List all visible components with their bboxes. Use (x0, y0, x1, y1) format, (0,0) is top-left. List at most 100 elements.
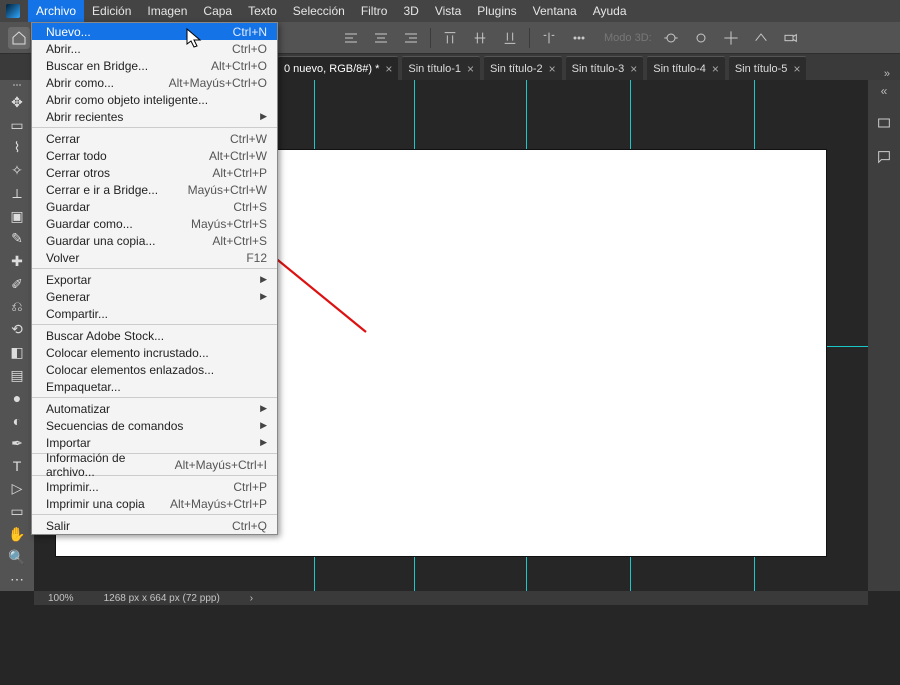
menu-ventana[interactable]: Ventana (525, 0, 585, 22)
slide3d-icon[interactable] (750, 27, 772, 49)
tab-doc-5[interactable]: Sin título-5× (729, 56, 807, 80)
menu-item[interactable]: Colocar elemento incrustado... (32, 344, 277, 361)
more-icon[interactable] (568, 27, 590, 49)
menu-item[interactable]: Abrir como...Alt+Mayús+Ctrl+O (32, 74, 277, 91)
menu-item[interactable]: Imprimir una copiaAlt+Mayús+Ctrl+P (32, 495, 277, 512)
panel-grip-icon[interactable] (13, 84, 21, 91)
menu-item[interactable]: Abrir recientes▶ (32, 108, 277, 125)
menu-edicion[interactable]: Edición (84, 0, 139, 22)
tab-label: Sin título-2 (490, 63, 543, 75)
menu-item[interactable]: Abrir como objeto inteligente... (32, 91, 277, 108)
menu-item[interactable]: Información de archivo...Alt+Mayús+Ctrl+… (32, 456, 277, 473)
menu-item[interactable]: Importar▶ (32, 434, 277, 451)
tab-doc-4[interactable]: Sin título-4× (647, 56, 725, 80)
close-icon[interactable]: × (630, 62, 637, 76)
lasso-tool[interactable]: ⌇ (2, 136, 32, 159)
menu-item[interactable]: GuardarCtrl+S (32, 198, 277, 215)
pan3d-icon[interactable] (690, 27, 712, 49)
menu-3d[interactable]: 3D (395, 0, 426, 22)
menu-filtro[interactable]: Filtro (353, 0, 396, 22)
menu-item[interactable]: Compartir... (32, 305, 277, 322)
align-right-icon[interactable] (400, 27, 422, 49)
eyedropper-tool[interactable]: ✎ (2, 227, 32, 250)
crop-tool[interactable]: ⟂ (2, 182, 32, 205)
eraser-tool[interactable]: ◧ (2, 341, 32, 364)
zoom-tool[interactable]: 🔍 (2, 546, 32, 569)
menu-divider (32, 268, 277, 269)
orbit-icon[interactable] (660, 27, 682, 49)
menu-item[interactable]: Abrir...Ctrl+O (32, 40, 277, 57)
menu-item[interactable]: Automatizar▶ (32, 400, 277, 417)
edit-toolbar-icon[interactable]: ⋯ (2, 568, 32, 591)
close-icon[interactable]: × (712, 62, 719, 76)
tools-panel: ✥ ▭ ⌇ ✧ ⟂ ▣ ✎ ✚ ✐ ⎌ ⟲ ◧ ▤ ● ◐ ✒ T ▷ ▭ ✋ … (0, 80, 34, 591)
camera-icon[interactable] (780, 27, 802, 49)
tab-doc-2[interactable]: Sin título-2 × (484, 56, 562, 80)
close-icon[interactable]: × (549, 62, 556, 76)
dist-bottom-icon[interactable] (499, 27, 521, 49)
blur-tool[interactable]: ● (2, 387, 32, 410)
align-left-icon[interactable] (340, 27, 362, 49)
menu-item[interactable]: Buscar Adobe Stock... (32, 327, 277, 344)
menu-item[interactable]: CerrarCtrl+W (32, 130, 277, 147)
notifications-icon[interactable] (874, 114, 894, 132)
menu-item[interactable]: VolverF12 (32, 249, 277, 266)
marquee-tool[interactable]: ▭ (2, 114, 32, 137)
home-button[interactable] (8, 27, 30, 49)
move-tool[interactable]: ✥ (2, 91, 32, 114)
shape-tool[interactable]: ▭ (2, 500, 32, 523)
gradient-tool[interactable]: ▤ (2, 364, 32, 387)
menu-imagen[interactable]: Imagen (139, 0, 195, 22)
menu-capa[interactable]: Capa (195, 0, 240, 22)
hand-tool[interactable]: ✋ (2, 523, 32, 546)
menu-ayuda[interactable]: Ayuda (585, 0, 635, 22)
menu-item[interactable]: Guardar una copia...Alt+Ctrl+S (32, 232, 277, 249)
menu-item-label: Generar (46, 290, 260, 304)
menu-plugins[interactable]: Plugins (469, 0, 524, 22)
menu-item[interactable]: Buscar en Bridge...Alt+Ctrl+O (32, 57, 277, 74)
menu-item[interactable]: Cerrar todoAlt+Ctrl+W (32, 147, 277, 164)
dist-hor-icon[interactable] (538, 27, 560, 49)
menu-seleccion[interactable]: Selección (285, 0, 353, 22)
close-icon[interactable]: × (467, 62, 474, 76)
menu-item[interactable]: Empaquetar... (32, 378, 277, 395)
history-brush-tool[interactable]: ⟲ (2, 318, 32, 341)
align-center-icon[interactable] (370, 27, 392, 49)
menu-item[interactable]: Guardar como...Mayús+Ctrl+S (32, 215, 277, 232)
frame-tool[interactable]: ▣ (2, 205, 32, 228)
menu-texto[interactable]: Texto (240, 0, 285, 22)
menu-item[interactable]: Exportar▶ (32, 271, 277, 288)
menu-item[interactable]: Nuevo...Ctrl+N (32, 23, 277, 40)
menu-item[interactable]: Generar▶ (32, 288, 277, 305)
menu-item[interactable]: Secuencias de comandos▶ (32, 417, 277, 434)
menu-item[interactable]: Colocar elementos enlazados... (32, 361, 277, 378)
dist-top-icon[interactable] (439, 27, 461, 49)
tab-doc-1[interactable]: Sin título-1× (402, 56, 480, 80)
dodge-tool[interactable]: ◐ (2, 409, 32, 432)
zoom-level[interactable]: 100% (48, 593, 74, 604)
close-icon[interactable]: × (793, 62, 800, 76)
tab-doc-0[interactable]: 0 nuevo, RGB/8#) *× (278, 56, 398, 80)
brush-tool[interactable]: ✐ (2, 273, 32, 296)
menu-item[interactable]: Imprimir...Ctrl+P (32, 478, 277, 495)
chevron-right-icon[interactable]: › (250, 593, 253, 604)
menu-item[interactable]: Cerrar e ir a Bridge...Mayús+Ctrl+W (32, 181, 277, 198)
menu-item[interactable]: Cerrar otrosAlt+Ctrl+P (32, 164, 277, 181)
collapse-panels-icon[interactable]: « (881, 84, 888, 98)
type-tool[interactable]: T (2, 455, 32, 478)
close-icon[interactable]: × (385, 62, 392, 76)
menu-item[interactable]: SalirCtrl+Q (32, 517, 277, 534)
tab-doc-3[interactable]: Sin título-3× (566, 56, 644, 80)
dist-middle-icon[interactable] (469, 27, 491, 49)
menu-vista[interactable]: Vista (427, 0, 469, 22)
comments-icon[interactable] (874, 148, 894, 166)
menu-shortcut: Ctrl+S (233, 200, 267, 214)
pen-tool[interactable]: ✒ (2, 432, 32, 455)
healing-tool[interactable]: ✚ (2, 250, 32, 273)
path-select-tool[interactable]: ▷ (2, 477, 32, 500)
menu-archivo[interactable]: Archivo (28, 0, 84, 22)
tab-overflow-icon[interactable]: » (874, 68, 900, 80)
stamp-tool[interactable]: ⎌ (2, 296, 32, 319)
move3d-icon[interactable] (720, 27, 742, 49)
wand-tool[interactable]: ✧ (2, 159, 32, 182)
